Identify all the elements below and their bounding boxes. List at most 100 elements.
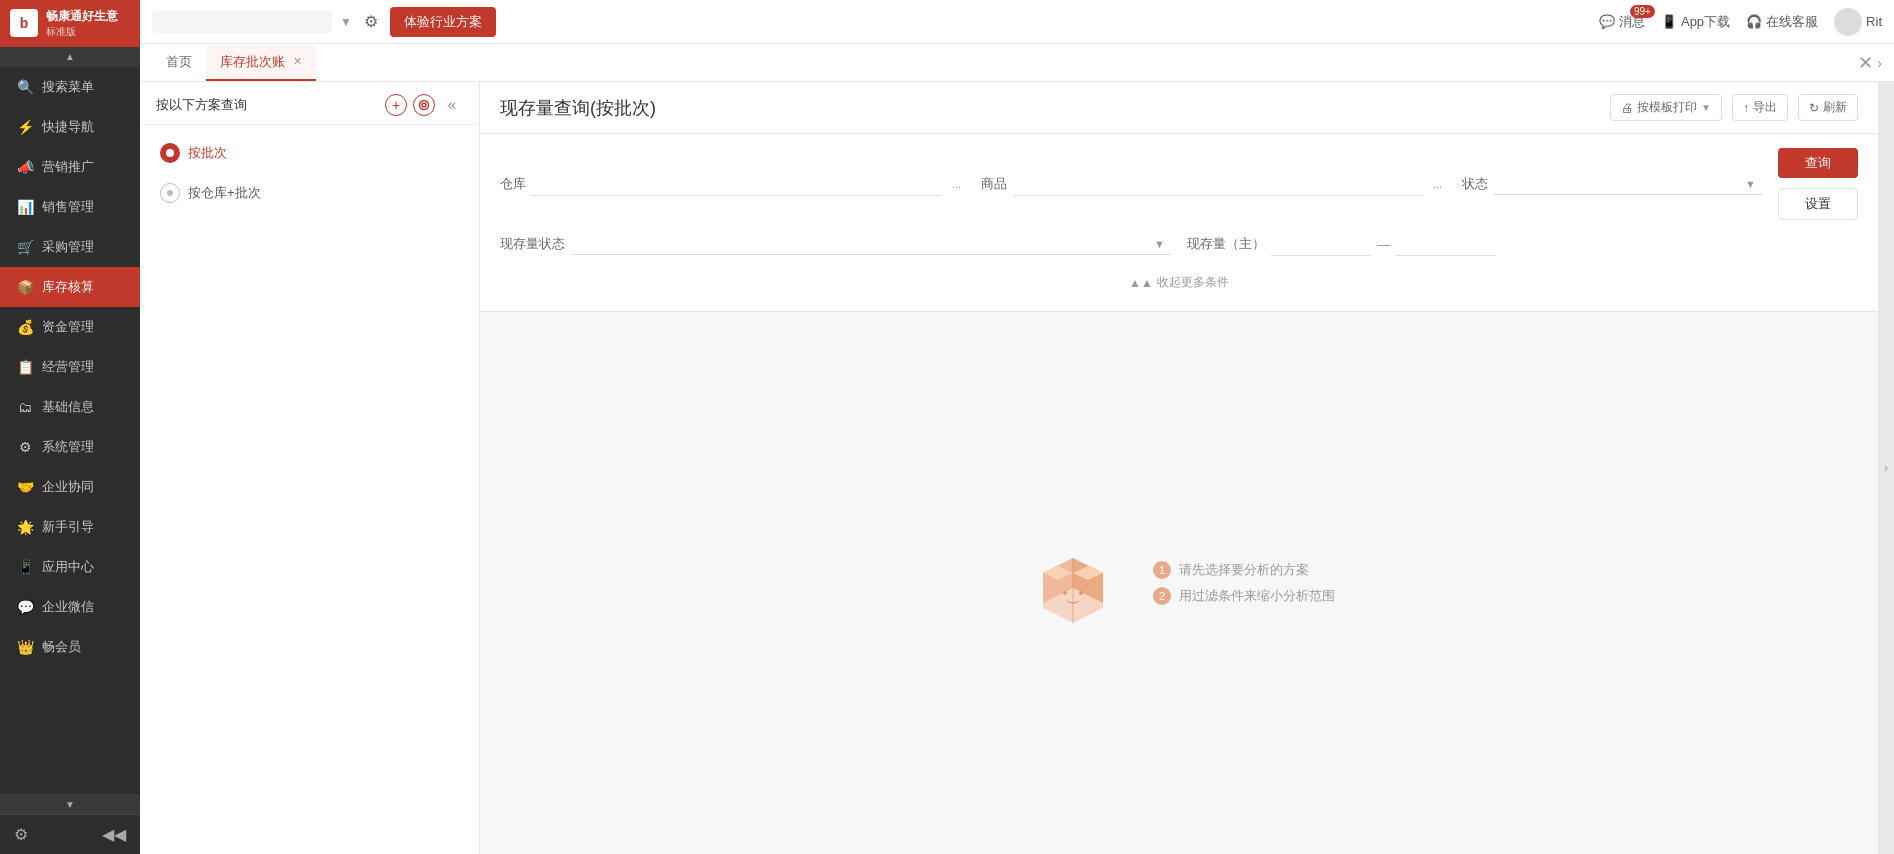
- inventory-status-select[interactable]: ▼: [571, 234, 1171, 255]
- messages-action[interactable]: 💬 消息 99+: [1599, 13, 1645, 31]
- members-icon: 👑: [16, 638, 34, 656]
- search-input[interactable]: [160, 15, 290, 29]
- sidebar-item-new-guide[interactable]: 🌟 新手引导: [0, 507, 140, 547]
- quick-nav-icon: ⚡: [16, 118, 34, 136]
- tip-num-1: 1: [1153, 561, 1171, 579]
- product-input[interactable]: [1013, 172, 1423, 196]
- settings-button[interactable]: 设置: [1778, 188, 1858, 220]
- inventory-amount-to-input[interactable]: [1396, 232, 1496, 256]
- range-dash: —: [1377, 237, 1390, 252]
- tab-batch-account[interactable]: 库存批次账 ✕: [206, 45, 316, 81]
- svg-point-2: [166, 149, 174, 157]
- inventory-amount-label: 现存量（主）: [1187, 235, 1265, 253]
- more-icon[interactable]: ›: [1877, 55, 1882, 71]
- page-header-actions: 🖨 按模板打印 ▼ ↑ 导出 ↻ 刷新: [1610, 94, 1858, 133]
- scheme-item-by-warehouse-batch[interactable]: 按仓库+批次: [140, 173, 479, 213]
- export-icon: ↑: [1743, 101, 1749, 115]
- collapse-panel-button[interactable]: «: [441, 94, 463, 116]
- status-chevron-icon: ▼: [1745, 178, 1756, 190]
- basic-info-icon: 🗂: [16, 398, 34, 416]
- search-dropdown-icon[interactable]: ▼: [340, 15, 352, 29]
- purchase-icon: 🛒: [16, 238, 34, 256]
- warehouse-more-button[interactable]: ...: [948, 176, 965, 192]
- trial-button[interactable]: 体验行业方案: [390, 7, 496, 37]
- page-close-area[interactable]: ✕ ›: [1858, 52, 1882, 74]
- tab-home-label: 首页: [166, 53, 192, 71]
- tab-home[interactable]: 首页: [152, 45, 206, 81]
- settings-footer-icon[interactable]: ⚙: [14, 825, 28, 844]
- svg-point-11: [1079, 591, 1083, 595]
- inventory-amount-from-input[interactable]: [1271, 232, 1371, 256]
- headset-icon: 🎧: [1746, 14, 1762, 29]
- query-button[interactable]: 查询: [1778, 148, 1858, 178]
- scheme-item-label: 按批次: [188, 144, 227, 162]
- close-icon[interactable]: ✕: [1858, 52, 1873, 74]
- wechat-icon: 💬: [16, 598, 34, 616]
- right-collapse-handle[interactable]: ›: [1878, 82, 1894, 854]
- topbar-search-box[interactable]: [152, 11, 332, 33]
- sidebar-item-finance[interactable]: 💰 资金管理: [0, 307, 140, 347]
- status-select[interactable]: ▼: [1494, 174, 1762, 195]
- add-scheme-button[interactable]: +: [385, 94, 407, 116]
- sidebar-item-inventory[interactable]: 📦 库存核算: [0, 267, 140, 307]
- avatar: [1834, 8, 1862, 36]
- scheme-item-by-batch[interactable]: 按批次: [140, 133, 479, 173]
- main-content: 现存量查询(按批次) 🖨 按模板打印 ▼ ↑ 导出 ↻ 刷新: [480, 82, 1878, 854]
- online-service-action[interactable]: 🎧 在线客服: [1746, 13, 1818, 31]
- app-logo: b: [10, 9, 38, 37]
- warehouse-filter-group: 仓库 ...: [500, 172, 965, 196]
- svg-point-10: [1063, 591, 1067, 595]
- sidebar-scroll-down[interactable]: ▼: [0, 794, 140, 814]
- sidebar-item-wechat[interactable]: 💬 企业微信: [0, 587, 140, 627]
- sidebar-item-marketing[interactable]: 📣 营销推广: [0, 147, 140, 187]
- warehouse-label: 仓库: [500, 175, 526, 193]
- topbar-actions: 💬 消息 99+ 📱 App下载 🎧 在线客服 Rit: [1599, 8, 1882, 36]
- app-download-action[interactable]: 📱 App下载: [1661, 13, 1730, 31]
- scheme-settings-button[interactable]: [413, 94, 435, 116]
- export-button[interactable]: ↑ 导出: [1732, 94, 1788, 121]
- sidebar-item-label: 经营管理: [42, 358, 94, 376]
- sidebar-item-label: 营销推广: [42, 158, 94, 176]
- empty-box-svg: [1023, 533, 1123, 633]
- collapse-more-button[interactable]: ▲▲ 收起更多条件: [500, 268, 1858, 297]
- sidebar-item-members[interactable]: 👑 畅会员: [0, 627, 140, 667]
- sidebar-item-label: 应用中心: [42, 558, 94, 576]
- filter-area: 仓库 ... 商品 ... 状态: [480, 134, 1878, 312]
- main-area: ▼ ⚙ 体验行业方案 💬 消息 99+ 📱 App下载 🎧 在线客服 Rit: [140, 0, 1894, 854]
- sidebar-item-operations[interactable]: 📋 经营管理: [0, 347, 140, 387]
- search-menu-icon: 🔍: [16, 78, 34, 96]
- tab-close-icon[interactable]: ✕: [293, 55, 302, 68]
- sidebar-item-quick-nav[interactable]: ⚡ 快捷导航: [0, 107, 140, 147]
- collapse-label: 收起更多条件: [1157, 274, 1229, 291]
- print-dropdown-icon[interactable]: ▼: [1701, 102, 1711, 113]
- tip-text-2: 用过滤条件来缩小分析范围: [1179, 587, 1335, 605]
- template-print-button[interactable]: 🖨 按模板打印 ▼: [1610, 94, 1722, 121]
- sidebar-item-label: 销售管理: [42, 198, 94, 216]
- sidebar-item-purchase[interactable]: 🛒 采购管理: [0, 227, 140, 267]
- sidebar-item-label: 畅会员: [42, 638, 81, 656]
- collapse-sidebar-icon[interactable]: ◀◀: [102, 825, 126, 844]
- left-panel-actions: + «: [385, 94, 463, 116]
- sidebar-scroll-up[interactable]: ▲: [0, 47, 140, 67]
- operations-icon: 📋: [16, 358, 34, 376]
- sidebar-item-basic-info[interactable]: 🗂 基础信息: [0, 387, 140, 427]
- product-label: 商品: [981, 175, 1007, 193]
- status-label: 状态: [1462, 175, 1488, 193]
- sidebar-item-system[interactable]: ⚙ 系统管理: [0, 427, 140, 467]
- app-center-icon: 📱: [16, 558, 34, 576]
- sidebar-item-enterprise[interactable]: 🤝 企业协同: [0, 467, 140, 507]
- sidebar-item-sales[interactable]: 📊 销售管理: [0, 187, 140, 227]
- scheme-list: 按批次 按仓库+批次: [140, 125, 479, 221]
- left-panel: 按以下方案查询 + « 按批次: [140, 82, 480, 854]
- inventory-status-label: 现存量状态: [500, 235, 565, 253]
- product-more-button[interactable]: ...: [1429, 176, 1446, 192]
- sidebar-item-search-menu[interactable]: 🔍 搜索菜单: [0, 67, 140, 107]
- warehouse-input[interactable]: [532, 172, 942, 196]
- refresh-button[interactable]: ↻ 刷新: [1798, 94, 1858, 121]
- user-action[interactable]: Rit: [1834, 8, 1882, 36]
- topbar-gear-icon[interactable]: ⚙: [364, 12, 378, 31]
- tip-num-2: 2: [1153, 587, 1171, 605]
- sidebar-item-app-center[interactable]: 📱 应用中心: [0, 547, 140, 587]
- sidebar-item-label: 快捷导航: [42, 118, 94, 136]
- online-service-label: 在线客服: [1766, 13, 1818, 31]
